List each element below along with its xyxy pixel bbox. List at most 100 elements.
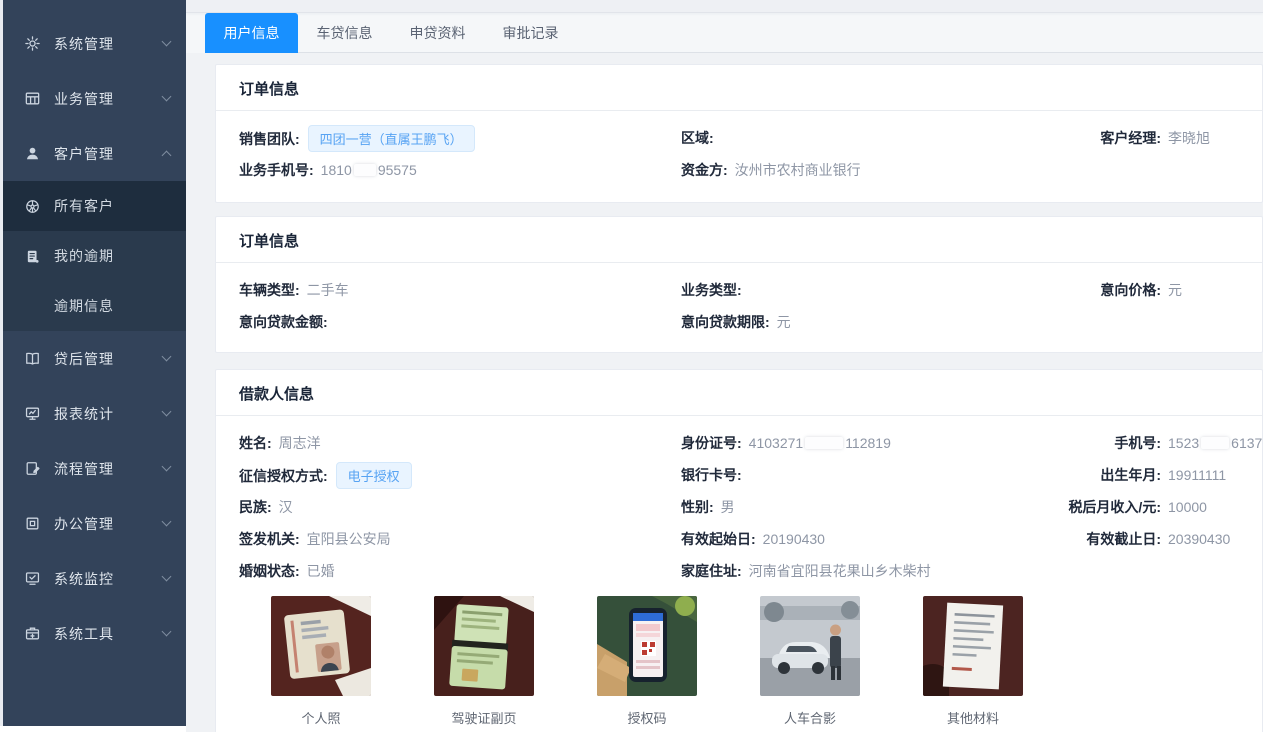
field-account-manager: 客户经理:李晓旭 [1031,128,1262,148]
tab-bar-zone: 用户信息 车贷信息 申贷资料 审批记录 [186,0,1263,53]
tab-car-loan-info[interactable]: 车贷信息 [298,13,391,53]
field-intent-price: 意向价格:元 [1031,280,1262,300]
photo-thumbnail-id-card[interactable]: 个人照 [271,596,371,727]
notebook-icon [23,247,41,265]
field-bank-card: 银行卡号: [681,465,1031,485]
sales-team-tag: 四团一营（直属王鹏飞） [308,125,475,152]
sidebar-item-office-management[interactable]: 办公管理 [3,496,186,551]
field-label: 民族: [239,499,272,515]
phone-qr-photo [597,596,697,696]
wheel-icon [23,197,41,215]
sidebar-item-label: 客户管理 [54,144,163,164]
field-label: 出生年月: [1031,465,1161,485]
field-vehicle-type: 车辆类型:二手车 [239,280,681,300]
card-title: 借款人信息 [216,370,1262,416]
sidebar-item-label: 我的逾期 [54,246,170,266]
app-window: 系统管理 业务管理 客户管理 所有客户 [0,0,1263,732]
sidebar-item-system-tools[interactable]: 系统工具 [3,606,186,661]
sidebar-item-overdue-info[interactable]: 逾期信息 [3,281,186,331]
field-valid-from: 有效起始日: 20190430 [681,529,1031,549]
field-label: 车辆类型: [239,282,300,298]
field-region: 区域: [681,128,1031,148]
field-value: 汉 [279,499,293,515]
field-value: 10000 [1168,499,1207,515]
field-value: 元 [777,314,791,330]
field-label: 姓名: [239,435,272,451]
monitor-check-icon [23,570,41,588]
field-label: 签发机关: [239,531,300,547]
table-icon [23,90,41,108]
tab-loan-application-docs[interactable]: 申贷资料 [391,13,484,53]
photo-label: 其他材料 [923,708,1023,727]
chevron-down-icon [162,37,172,47]
tab-approval-records[interactable]: 审批记录 [484,13,577,53]
borrower-photos: 个人照 [271,596,1262,727]
field-label: 意向贷款期限: [681,314,770,330]
field-value: 元 [1168,280,1182,300]
sidebar-item-customer-management[interactable]: 客户管理 [3,126,186,181]
photo-label: 授权码 [597,708,697,727]
sidebar-item-label: 系统管理 [54,34,163,54]
field-valid-to: 有效截止日:20390430 [1031,529,1262,549]
sidebar-item-my-overdue[interactable]: 我的逾期 [3,231,186,281]
field-value: 4103271112819 [749,435,891,451]
sidebar-item-report-statistics[interactable]: 报表统计 [3,386,186,441]
field-business-phone: 业务手机号:181095575 [239,160,681,180]
credit-auth-tag: 电子授权 [336,462,412,489]
borrower-info-card: 借款人信息 姓名:周志洋 身份证号:4103271112819 手机号:1523… [215,369,1263,732]
photo-thumbnail-person-car[interactable]: 人车合影 [760,596,860,727]
chevron-down-icon [162,517,172,527]
document-edit-icon [23,460,41,478]
field-home-address: 家庭住址: 河南省宜阳县花果山乡木柴村 [681,561,1031,581]
field-issuing-authority: 签发机关:宜阳县公安局 [239,529,681,549]
chevron-down-icon [162,352,172,362]
customer-submenu: 所有客户 我的逾期 逾期信息 [3,181,186,331]
photo-thumbnail-auth-qr[interactable]: 授权码 [597,596,697,727]
field-loan-term: 意向贷款期限: 元 [681,312,1031,332]
sidebar-item-all-customers[interactable]: 所有客户 [3,181,186,231]
sidebar-item-label: 办公管理 [54,514,163,534]
loan-intent-card: 订单信息 车辆类型:二手车 业务类型: 意向价格:元 意向贷款金额: [215,216,1263,353]
field-label: 婚姻状态: [239,563,300,579]
chevron-down-icon [162,462,172,472]
field-label: 有效起始日: [681,531,756,547]
order-info-card: 订单信息 销售团队:四团一营（直属王鹏飞） 区域: 客户经理:李晓旭 业务手机号… [215,64,1263,203]
sidebar-item-system-monitor[interactable]: 系统监控 [3,551,186,606]
field-ethnicity: 民族: 汉 [239,497,681,517]
sidebar-item-label: 所有客户 [54,196,170,216]
book-icon [23,350,41,368]
chevron-down-icon [162,572,172,582]
photo-thumbnail-green-booklet[interactable]: 驾驶证副页 [434,596,534,727]
sidebar-item-business-management[interactable]: 业务管理 [3,71,186,126]
field-label: 征信授权方式: [239,468,328,484]
sidebar-item-system-management[interactable]: 系统管理 [3,16,186,71]
field-value: 20190430 [763,531,825,547]
sidebar-item-postloan-management[interactable]: 贷后管理 [3,331,186,386]
field-label: 身份证号: [681,435,742,451]
field-label: 业务手机号: [239,162,314,178]
field-birth: 出生年月:19911111 [1031,465,1262,485]
field-label: 家庭住址: [681,563,742,579]
field-value: 15236137 [1168,435,1262,451]
field-mobile: 手机号:15236137 [1031,433,1262,453]
redaction-mask [1201,437,1229,449]
redaction-mask [354,164,376,176]
field-marital-status: 婚姻状态:已婚 [239,561,681,581]
field-value: 河南省宜阳县花果山乡木柴村 [749,563,931,579]
tab-user-info[interactable]: 用户信息 [205,13,298,53]
photo-thumbnail-document[interactable]: 其他材料 [923,596,1023,727]
field-credit-auth: 征信授权方式: 电子授权 [239,462,681,489]
field-funder: 资金方:汝州市农村商业银行 [681,160,1031,180]
id-card-photo [271,596,371,696]
field-id-number: 身份证号: 4103271112819 [681,433,1031,453]
field-label: 税后月收入/元: [1031,497,1161,517]
field-label: 有效截止日: [1031,529,1161,549]
card-title: 订单信息 [216,217,1262,263]
top-header-strip [186,0,1263,13]
field-value: 汝州市农村商业银行 [735,162,861,178]
sidebar-item-process-management[interactable]: 流程管理 [3,441,186,496]
sidebar-item-label: 逾期信息 [54,296,170,316]
field-value: 李晓旭 [1168,128,1210,148]
field-income: 税后月收入/元: 10000 [1031,497,1262,517]
sidebar-item-label: 贷后管理 [54,349,163,369]
